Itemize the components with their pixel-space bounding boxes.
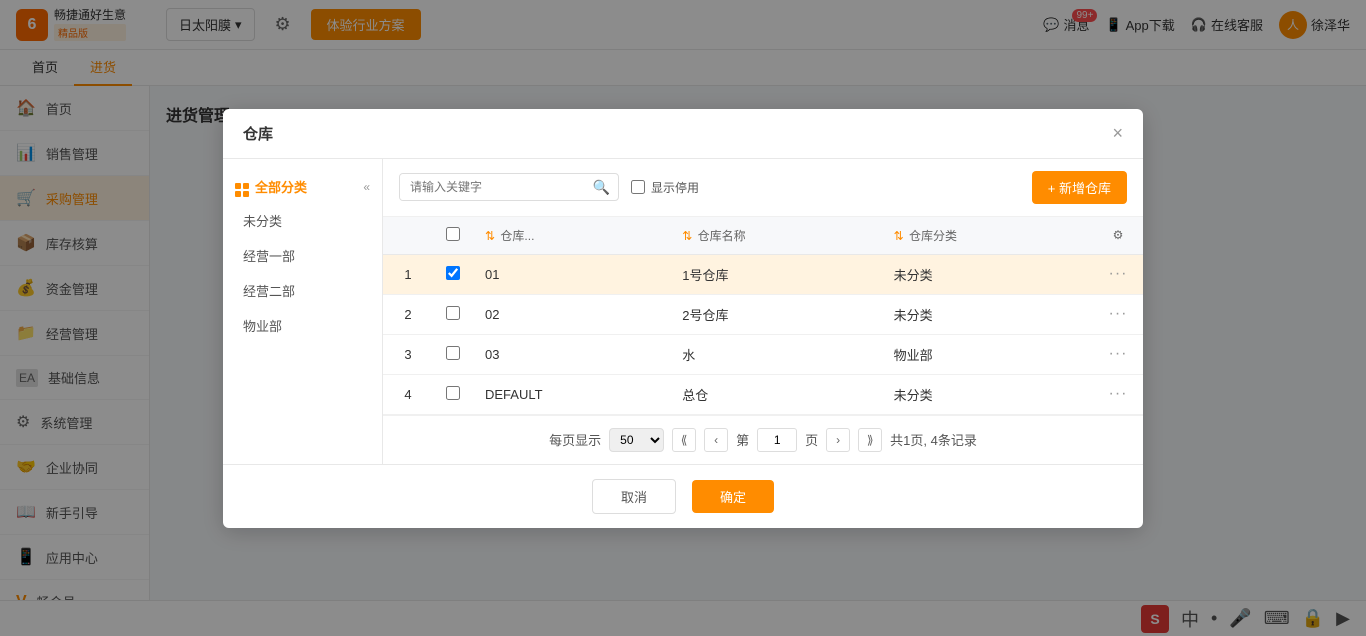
page-number-input[interactable] — [757, 428, 797, 452]
add-warehouse-button[interactable]: + 新增仓库 — [1032, 171, 1127, 204]
modal-footer: 取消 确定 — [223, 464, 1143, 528]
modal-overlay: 仓库 × 全部分类 « 未分类 经营一部 经营二部 物业部 — [0, 0, 1366, 636]
col-check-header — [433, 217, 473, 255]
category-item-uncategorized[interactable]: 未分类 — [223, 203, 382, 238]
first-page-button[interactable]: ⟪ — [672, 428, 696, 452]
row-name: 水 — [670, 334, 881, 374]
table-toolbar: 🔍 显示停用 + 新增仓库 — [383, 159, 1143, 217]
row-checkbox[interactable] — [446, 346, 460, 360]
table-row[interactable]: 2 02 2号仓库 未分类 ··· — [383, 294, 1143, 334]
confirm-button[interactable]: 确定 — [692, 480, 774, 513]
row-category: 未分类 — [882, 374, 1093, 414]
data-table: ⇅ 仓库... ⇅ 仓库名称 ⇅ 仓库分类 — [383, 217, 1143, 415]
row-ellipsis-button[interactable]: ··· — [1109, 385, 1128, 402]
row-name: 1号仓库 — [670, 254, 881, 294]
sort-icon-category: ⇅ — [894, 229, 904, 243]
row-actions: ··· — [1093, 254, 1143, 294]
row-checkbox[interactable] — [446, 266, 460, 280]
col-name-header: ⇅ 仓库名称 — [670, 217, 881, 255]
category-collapse-button[interactable]: « — [363, 180, 370, 194]
show-disabled-checkbox[interactable] — [631, 180, 645, 194]
last-page-button[interactable]: ⟫ — [858, 428, 882, 452]
row-code: 03 — [473, 334, 670, 374]
row-code: 01 — [473, 254, 670, 294]
row-ellipsis-button[interactable]: ··· — [1109, 265, 1128, 282]
sort-icon-code: ⇅ — [485, 229, 495, 243]
grid-dots-icon — [235, 177, 249, 197]
row-actions: ··· — [1093, 334, 1143, 374]
modal-close-button[interactable]: × — [1112, 124, 1123, 142]
category-all-label: 全部分类 — [235, 177, 307, 197]
row-num: 1 — [383, 254, 433, 294]
row-checkbox-cell — [433, 334, 473, 374]
row-code: 02 — [473, 294, 670, 334]
per-page-select[interactable]: 50 20 100 — [609, 428, 664, 452]
col-code-header: ⇅ 仓库... — [473, 217, 670, 255]
row-checkbox-cell — [433, 294, 473, 334]
show-disabled-label: 显示停用 — [651, 179, 699, 196]
cancel-button[interactable]: 取消 — [592, 479, 676, 514]
sort-icon-name: ⇅ — [682, 229, 692, 243]
row-category: 物业部 — [882, 334, 1093, 374]
row-actions: ··· — [1093, 374, 1143, 414]
page-label: 第 — [736, 430, 749, 449]
row-ellipsis-button[interactable]: ··· — [1109, 305, 1128, 322]
category-item-ops1[interactable]: 经营一部 — [223, 238, 382, 273]
col-settings-header: ⚙ — [1093, 217, 1143, 255]
row-code: DEFAULT — [473, 374, 670, 414]
prev-page-button[interactable]: ‹ — [704, 428, 728, 452]
row-num: 4 — [383, 374, 433, 414]
row-name: 总仓 — [670, 374, 881, 414]
row-num: 3 — [383, 334, 433, 374]
row-name: 2号仓库 — [670, 294, 881, 334]
search-input[interactable] — [400, 174, 585, 200]
row-checkbox[interactable] — [446, 306, 460, 320]
modal-body: 全部分类 « 未分类 经营一部 经营二部 物业部 🔍 — [223, 159, 1143, 464]
pagination: 每页显示 50 20 100 ⟪ ‹ 第 页 › ⟫ 共1页, 4条记录 — [383, 415, 1143, 464]
show-disabled-wrap: 显示停用 — [631, 179, 699, 196]
col-category-header: ⇅ 仓库分类 — [882, 217, 1093, 255]
search-input-wrap: 🔍 — [399, 173, 619, 201]
per-page-label: 每页显示 — [549, 430, 601, 449]
warehouse-table: ⇅ 仓库... ⇅ 仓库名称 ⇅ 仓库分类 — [383, 217, 1143, 415]
row-checkbox-cell — [433, 374, 473, 414]
row-num: 2 — [383, 294, 433, 334]
category-all-header[interactable]: 全部分类 « — [223, 171, 382, 203]
row-ellipsis-button[interactable]: ··· — [1109, 345, 1128, 362]
total-info: 共1页, 4条记录 — [890, 430, 977, 449]
category-item-ops2[interactable]: 经营二部 — [223, 273, 382, 308]
table-row[interactable]: 4 DEFAULT 总仓 未分类 ··· — [383, 374, 1143, 414]
category-item-property[interactable]: 物业部 — [223, 308, 382, 343]
row-category: 未分类 — [882, 294, 1093, 334]
table-row[interactable]: 1 01 1号仓库 未分类 ··· — [383, 254, 1143, 294]
select-all-checkbox[interactable] — [446, 227, 460, 241]
warehouse-modal: 仓库 × 全部分类 « 未分类 经营一部 经营二部 物业部 — [223, 109, 1143, 528]
row-checkbox[interactable] — [446, 386, 460, 400]
row-category: 未分类 — [882, 254, 1093, 294]
table-row[interactable]: 3 03 水 物业部 ··· — [383, 334, 1143, 374]
row-actions: ··· — [1093, 294, 1143, 334]
next-page-button[interactable]: › — [826, 428, 850, 452]
category-panel: 全部分类 « 未分类 经营一部 经营二部 物业部 — [223, 159, 383, 464]
row-checkbox-cell — [433, 254, 473, 294]
col-num-header — [383, 217, 433, 255]
page-unit: 页 — [805, 430, 818, 449]
modal-title: 仓库 — [243, 123, 273, 144]
table-panel: 🔍 显示停用 + 新增仓库 — [383, 159, 1143, 464]
modal-header: 仓库 × — [223, 109, 1143, 159]
search-icon[interactable]: 🔍 — [585, 179, 618, 196]
settings-col-icon: ⚙ — [1113, 228, 1124, 242]
